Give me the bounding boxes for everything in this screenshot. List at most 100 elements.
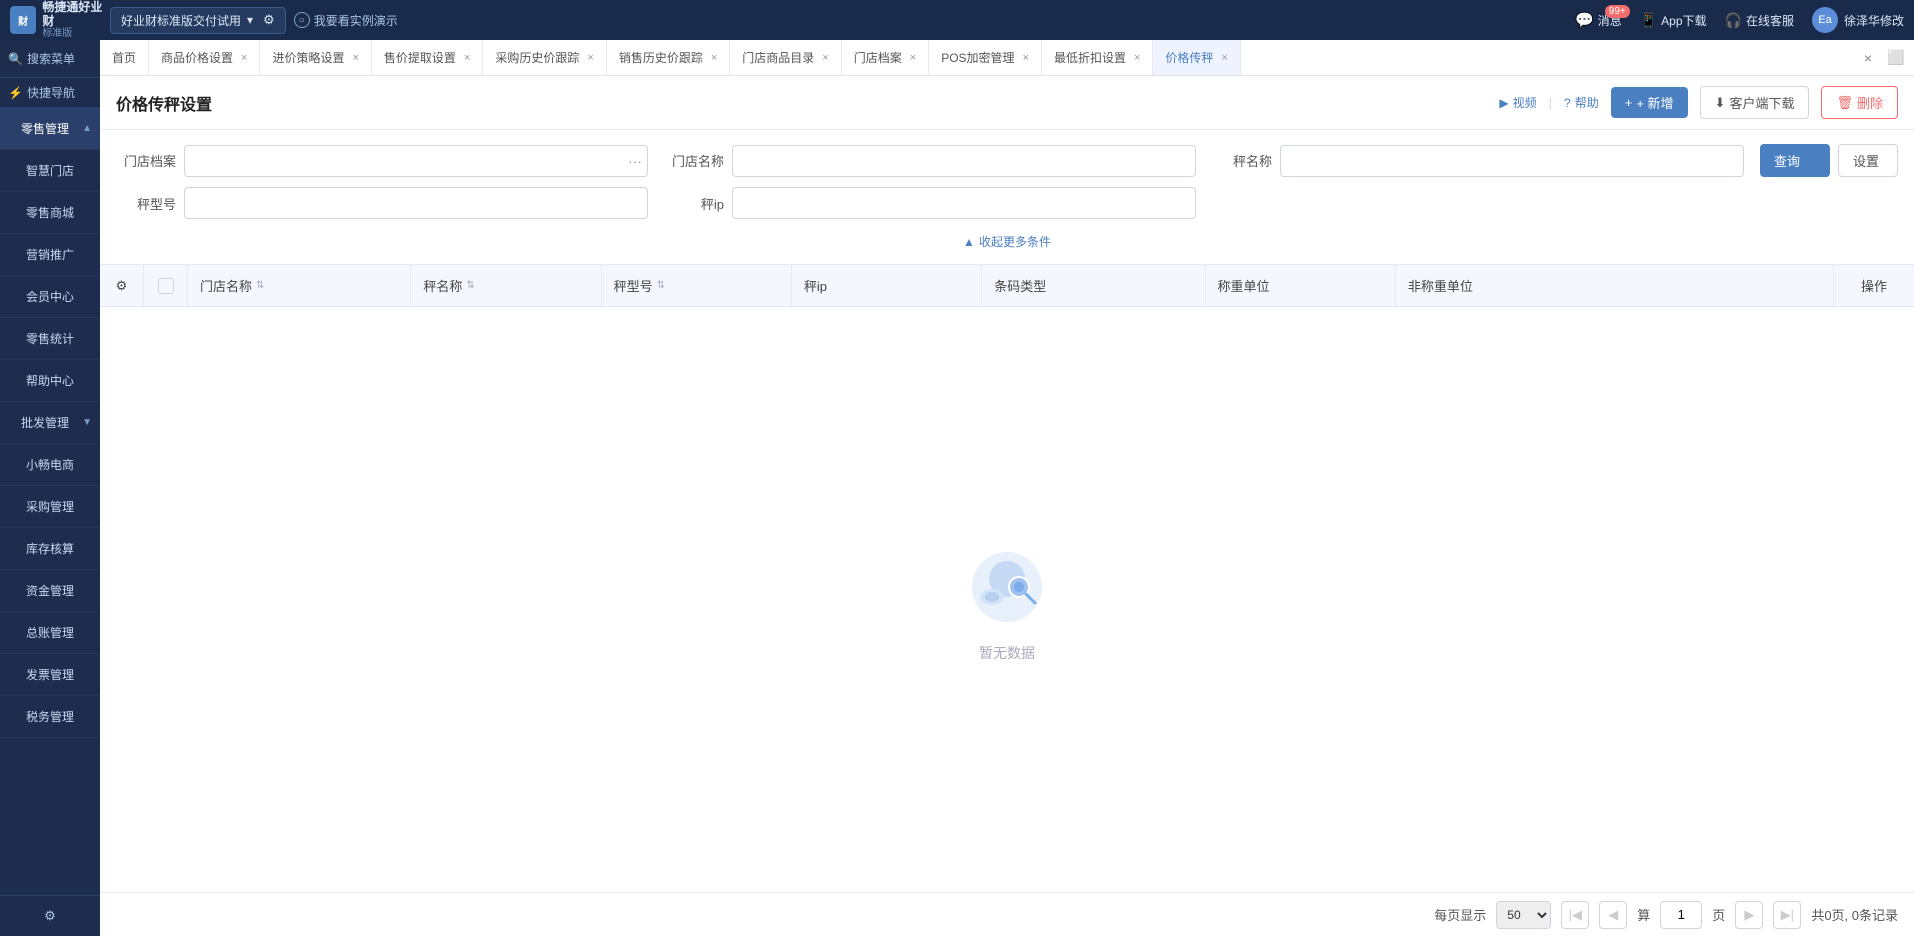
sort-icon-store[interactable]: ⇅ [256,280,264,291]
tab-purchase-label: 进价策略设置 [272,49,344,66]
download-button[interactable]: ⬇ 客户端下载 [1700,86,1810,119]
tab-store-catalog[interactable]: 门店商品目录 × [730,40,841,76]
sort-icon-name[interactable]: ⇅ [466,280,474,291]
demo-link[interactable]: ○ 我要看实例演示 [294,12,398,29]
online-service-btn[interactable]: 🎧 在线客服 [1725,12,1794,29]
online-service-label: 在线客服 [1746,12,1794,29]
tab-sale-extract[interactable]: 售价提取设置 × [372,40,483,76]
tab-store-file[interactable]: 门店档案 × [842,40,929,76]
tab-ph-close[interactable]: × [587,52,593,64]
tab-sf-close[interactable]: × [910,52,916,64]
scale-model-input[interactable] [184,187,648,219]
tab-price-scale[interactable]: 价格传秤 × [1153,40,1240,76]
help-link[interactable]: ? 帮助 [1564,94,1599,111]
tab-sc-label: 门店商品目录 [742,49,814,66]
tab-sales-history[interactable]: 销售历史价跟踪 × [607,40,730,76]
per-page-label: 每页显示 [1434,905,1486,924]
user-menu-btn[interactable]: Ea 徐泽华修改 [1812,7,1904,33]
collapse-btn[interactable]: ▲ 收起更多条件 [116,229,1898,254]
delete-button[interactable]: 🗑 删除 [1821,86,1898,119]
gear-icon: ⚙ [44,908,56,924]
tab-home[interactable]: 首页 [100,40,149,76]
sidebar-quick-nav[interactable]: ⚡ 快捷导航 [0,78,100,108]
sidebar-item-inventory[interactable]: 库存核算 [0,528,100,570]
version-selector[interactable]: 好业财标准版交付试用 ▾ ⚙ [110,7,286,34]
add-icon: + [1625,95,1633,110]
tab-sh-close[interactable]: × [711,52,717,64]
avatar: Ea [1812,7,1838,33]
chevron-down-icon: ▼ [82,417,92,428]
chevron-up-icon: ▲ [82,123,92,134]
tab-pos[interactable]: POS加密管理 × [929,40,1042,76]
sidebar-item-tax[interactable]: 税务管理 [0,696,100,738]
search-label: 搜索菜单 [27,50,75,67]
sidebar-item-retail-stats[interactable]: 零售统计 [0,318,100,360]
tab-sc-close[interactable]: × [822,52,828,64]
pagination-bar: 每页显示 50 10 20 100 |◀ ◀ 算 页 ▶ ▶| 共0页, 0条记… [100,892,1914,936]
tab-md-label: 最低折扣设置 [1054,49,1126,66]
page-header: 价格传秤设置 ▶ 视频 | ? 帮助 + + 新增 ⬇ 客户端下载 [100,76,1914,130]
restore-window-btn[interactable]: ⬜ [1886,48,1906,68]
tab-purchase-history[interactable]: 采购历史价跟踪 × [483,40,606,76]
scale-model-label: 秤型号 [116,194,176,213]
store-file-input[interactable] [184,145,648,177]
tab-pos-close[interactable]: × [1023,52,1029,64]
first-page-btn[interactable]: |◀ [1561,901,1589,929]
tab-price-settings[interactable]: 商品价格设置 × [149,40,260,76]
content-area: 首页 商品价格设置 × 进价策略设置 × 售价提取设置 × 采购历史价跟踪 × … [100,40,1914,936]
tab-purchase-close[interactable]: × [352,52,358,64]
logo-icon: 财 [10,6,36,34]
search-form: 门店档案 ··· 门店名称 秤名称 查询 设置 [100,130,1914,265]
sidebar-item-purchase[interactable]: 采购管理 [0,486,100,528]
header-checkbox[interactable] [158,278,174,294]
scale-ip-input[interactable] [732,187,1196,219]
close-window-btn[interactable]: × [1858,48,1878,68]
search-button[interactable]: 查询 [1760,144,1830,177]
empty-illustration [957,537,1057,627]
tab-ps-close[interactable]: × [1221,52,1227,64]
settings-form-button[interactable]: 设置 [1838,144,1898,177]
tab-md-close[interactable]: × [1134,52,1140,64]
sidebar-item-wholesale[interactable]: 批发管理 ▼ [0,402,100,444]
video-link[interactable]: ▶ 视频 [1499,94,1536,111]
sidebar-item-retail-mgmt[interactable]: 零售管理 ▲ [0,108,100,150]
dots-icon[interactable]: ··· [628,153,642,169]
download-icon: ⬇ [1715,95,1726,111]
settings-icon[interactable]: ⚙ [263,12,275,28]
sidebar-item-smart-store[interactable]: 智慧门店 [0,150,100,192]
per-page-select[interactable]: 50 10 20 100 [1496,901,1551,929]
add-button[interactable]: + + 新增 [1611,87,1688,118]
app-download-btn[interactable]: 📱 App下载 [1640,12,1707,29]
sidebar-item-ecommerce[interactable]: 小畅电商 [0,444,100,486]
scale-name-input[interactable] [1280,145,1744,177]
th-gear[interactable]: ⚙ [100,265,144,307]
sort-icon-model[interactable]: ⇅ [657,280,665,291]
sidebar-settings-btn[interactable]: ⚙ [0,895,100,936]
sidebar-item-retail-mall[interactable]: 零售商城 [0,192,100,234]
sidebar-item-help[interactable]: 帮助中心 [0,360,100,402]
store-name-input[interactable] [732,145,1196,177]
next-page-btn[interactable]: ▶ [1735,901,1763,929]
table-gear-icon[interactable]: ⚙ [116,278,128,294]
empty-text: 暂无数据 [979,643,1035,663]
sidebar: 🔍 搜索菜单 ⚡ 快捷导航 零售管理 ▲ 智慧门店 零售商城 营销推广 会员中心… [0,40,100,936]
sidebar-item-marketing[interactable]: 营销推广 [0,234,100,276]
message-icon: 💬 [1575,11,1594,29]
sidebar-item-member[interactable]: 会员中心 [0,276,100,318]
sidebar-item-finance[interactable]: 资金管理 [0,570,100,612]
tab-purchase-strategy[interactable]: 进价策略设置 × [260,40,371,76]
messages-btn[interactable]: 💬 消息 99+ [1575,11,1622,29]
prev-page-btn[interactable]: ◀ [1599,901,1627,929]
tab-min-discount[interactable]: 最低折扣设置 × [1042,40,1153,76]
th-weight-unit: 称重单位 [1206,265,1396,307]
page-number-input[interactable] [1660,901,1702,929]
tab-sale-close[interactable]: × [464,52,470,64]
sidebar-item-ledger[interactable]: 总账管理 [0,612,100,654]
tab-price-close[interactable]: × [241,52,247,64]
sidebar-search[interactable]: 🔍 搜索菜单 [0,40,100,78]
headset-icon: 🎧 [1725,12,1742,29]
last-page-btn[interactable]: ▶| [1773,901,1801,929]
search-row-2: 秤型号 秤ip [116,187,1898,219]
help-icon: ? [1564,96,1571,110]
sidebar-item-invoice[interactable]: 发票管理 [0,654,100,696]
